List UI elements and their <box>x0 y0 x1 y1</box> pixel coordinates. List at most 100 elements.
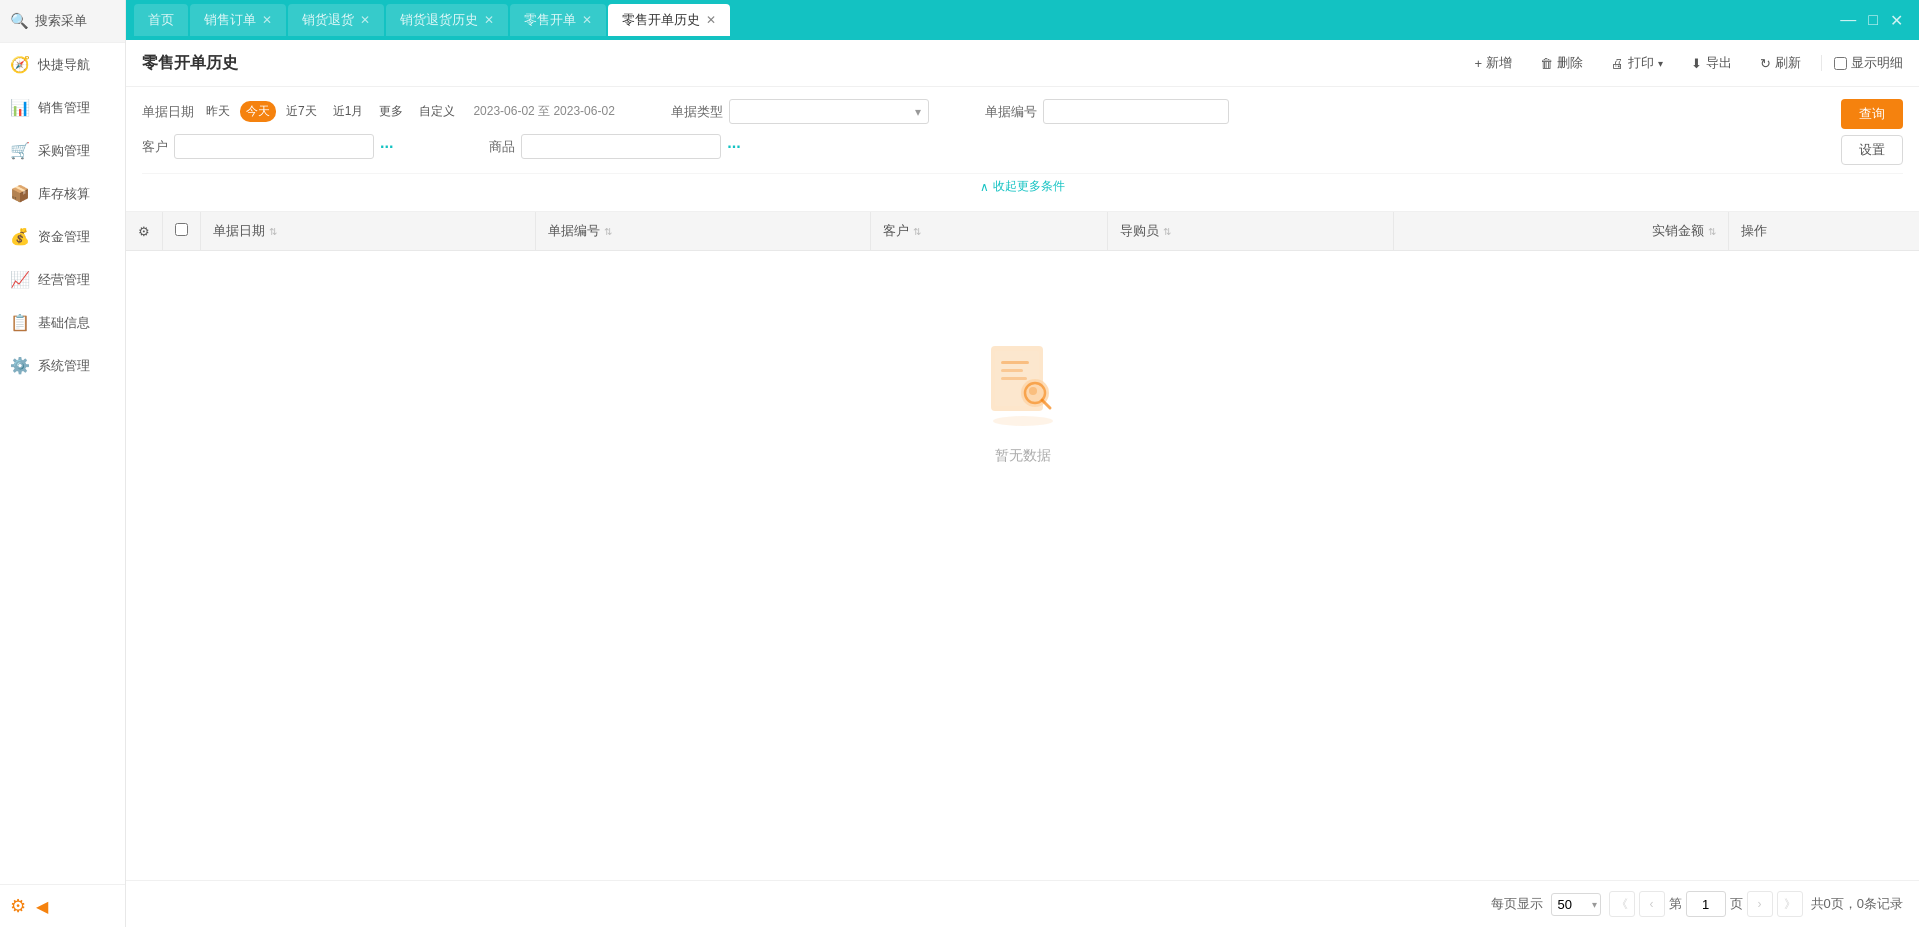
filter-goods: 商品 ··· <box>489 134 740 159</box>
filter-row-2: 客户 ··· 商品 ··· <box>142 134 1841 159</box>
sidebar-item-label: 销售管理 <box>38 99 90 117</box>
content-area: 零售开单历史 + 新增 🗑 删除 🖨 打印 ▾ ⬇ 导出 <box>126 40 1919 927</box>
last-page-btn[interactable]: 》 <box>1777 891 1803 917</box>
th-amount-sort[interactable]: 实销金额 ⇅ <box>1406 222 1716 240</box>
toolbar: + 新增 🗑 删除 🖨 打印 ▾ ⬇ 导出 ↻ 刷新 <box>1466 50 1903 76</box>
tab-retail-open-history[interactable]: 零售开单历史 ✕ <box>608 4 730 36</box>
th-customer-sort[interactable]: 客户 ⇅ <box>883 222 1095 240</box>
maximize-btn[interactable]: □ <box>1868 11 1878 29</box>
customer-label: 客户 <box>142 138 168 156</box>
goods-dots-btn[interactable]: ··· <box>727 138 740 156</box>
sidebar-item-purchase-mgmt[interactable]: 🛒 采购管理 <box>0 129 125 172</box>
basic-info-icon: 📋 <box>10 313 30 332</box>
sidebar-item-label: 基础信息 <box>38 314 90 332</box>
show-detail-input[interactable] <box>1834 57 1847 70</box>
first-page-btn[interactable]: 《 <box>1609 891 1635 917</box>
page-label: 第 <box>1669 895 1682 913</box>
sidebar: 🔍 搜索采单 🧭 快捷导航 📊 销售管理 🛒 采购管理 📦 库存核算 💰 资金管… <box>0 0 126 927</box>
tab-sales-return-history-close[interactable]: ✕ <box>484 13 494 27</box>
sidebar-item-sales-mgmt[interactable]: 📊 销售管理 <box>0 86 125 129</box>
shortcut-custom[interactable]: 自定义 <box>413 101 461 122</box>
collapse-sidebar-icon[interactable]: ◀ <box>36 897 48 916</box>
sidebar-item-inventory[interactable]: 📦 库存核算 <box>0 172 125 215</box>
shortcut-today[interactable]: 今天 <box>240 101 276 122</box>
tab-retail-open-close[interactable]: ✕ <box>582 13 592 27</box>
bill-no-input[interactable] <box>1043 99 1229 124</box>
table-body: 暂无数据 <box>126 251 1919 546</box>
th-customer: 客户 ⇅ <box>871 212 1108 251</box>
page-title: 零售开单历史 <box>142 53 238 74</box>
sidebar-search[interactable]: 🔍 搜索采单 <box>0 0 125 43</box>
th-guide-sort[interactable]: 导购员 ⇅ <box>1120 222 1381 240</box>
show-detail-checkbox[interactable]: 显示明细 <box>1834 54 1903 72</box>
tab-sales-return-close[interactable]: ✕ <box>360 13 370 27</box>
sidebar-item-basic-info[interactable]: 📋 基础信息 <box>0 301 125 344</box>
per-page-select[interactable]: 50 10 20 100 <box>1551 893 1601 916</box>
prev-page-btn[interactable]: ‹ <box>1639 891 1665 917</box>
print-arrow-icon: ▾ <box>1658 58 1663 69</box>
column-settings-icon[interactable]: ⚙ <box>138 224 150 239</box>
svg-rect-5 <box>1001 377 1027 380</box>
tab-retail-open[interactable]: 零售开单 ✕ <box>510 4 606 36</box>
empty-state: 暂无数据 <box>126 251 1919 545</box>
date-shortcuts: 昨天 今天 近7天 近1月 更多 自定义 <box>200 101 461 122</box>
delete-btn[interactable]: 🗑 删除 <box>1532 50 1591 76</box>
settings-button[interactable]: 设置 <box>1841 135 1903 165</box>
customer-dots-btn[interactable]: ··· <box>380 138 393 156</box>
page-header: 零售开单历史 + 新增 🗑 删除 🖨 打印 ▾ ⬇ 导出 <box>126 40 1919 87</box>
print-btn[interactable]: 🖨 打印 ▾ <box>1603 50 1671 76</box>
pagination: 每页显示 50 10 20 100 ▾ 《 ‹ 第 页 › 》 共0页，0条记录 <box>126 880 1919 927</box>
query-settings-buttons: 查询 设置 <box>1841 99 1903 165</box>
query-button[interactable]: 查询 <box>1841 99 1903 129</box>
sidebar-item-finance[interactable]: 💰 资金管理 <box>0 215 125 258</box>
sort-amount-icon: ⇅ <box>1708 226 1716 237</box>
purchase-icon: 🛒 <box>10 141 30 160</box>
settings-footer-icon[interactable]: ⚙ <box>10 895 26 917</box>
sort-bill-no-icon: ⇅ <box>604 226 612 237</box>
sidebar-footer: ⚙ ◀ <box>0 884 125 927</box>
bill-no-label: 单据编号 <box>985 103 1037 121</box>
tab-retail-open-history-close[interactable]: ✕ <box>706 13 716 27</box>
th-check[interactable] <box>163 212 201 251</box>
filter-bill-no: 单据编号 <box>985 99 1229 124</box>
page-input[interactable] <box>1686 891 1726 917</box>
goods-input[interactable] <box>521 134 721 159</box>
table-area: ⚙ 单据日期 ⇅ 单据编号 <box>126 212 1919 880</box>
tab-sales-order[interactable]: 销售订单 ✕ <box>190 4 286 36</box>
minimize-btn[interactable]: — <box>1840 11 1856 29</box>
next-page-btn[interactable]: › <box>1747 891 1773 917</box>
customer-input[interactable] <box>174 134 374 159</box>
shortcut-7days[interactable]: 近7天 <box>280 101 323 122</box>
bill-type-select-wrapper <box>729 99 929 124</box>
tab-sales-return-label: 销货退货 <box>302 11 354 29</box>
svg-rect-4 <box>1001 369 1023 372</box>
table-header: ⚙ 单据日期 ⇅ 单据编号 <box>126 212 1919 251</box>
system-icon: ⚙️ <box>10 356 30 375</box>
tab-sales-return[interactable]: 销货退货 ✕ <box>288 4 384 36</box>
add-label: 新增 <box>1486 54 1512 72</box>
sidebar-item-operations[interactable]: 📈 经营管理 <box>0 258 125 301</box>
th-bill-no-sort[interactable]: 单据编号 ⇅ <box>548 222 858 240</box>
close-btn[interactable]: ✕ <box>1890 11 1903 30</box>
th-bill-no-label: 单据编号 <box>548 222 600 240</box>
tab-sales-order-close[interactable]: ✕ <box>262 13 272 27</box>
filter-bill-type: 单据类型 <box>671 99 929 124</box>
tab-sales-return-history[interactable]: 销货退货历史 ✕ <box>386 4 508 36</box>
shortcut-1month[interactable]: 近1月 <box>327 101 370 122</box>
empty-text: 暂无数据 <box>995 447 1051 465</box>
export-btn[interactable]: ⬇ 导出 <box>1683 50 1740 76</box>
tab-bar: 首页 销售订单 ✕ 销货退货 ✕ 销货退货历史 ✕ 零售开单 ✕ 零售开单历史 … <box>126 0 1919 40</box>
sidebar-item-quick-nav[interactable]: 🧭 快捷导航 <box>0 43 125 86</box>
bill-type-select[interactable] <box>729 99 929 124</box>
th-date-label: 单据日期 <box>213 222 265 240</box>
select-all-checkbox[interactable] <box>175 223 188 236</box>
th-settings[interactable]: ⚙ <box>126 212 163 251</box>
th-date-sort[interactable]: 单据日期 ⇅ <box>213 222 523 240</box>
sidebar-item-system-mgmt[interactable]: ⚙️ 系统管理 <box>0 344 125 387</box>
shortcut-more[interactable]: 更多 <box>373 101 409 122</box>
refresh-btn[interactable]: ↻ 刷新 <box>1752 50 1809 76</box>
tab-home[interactable]: 首页 <box>134 4 188 36</box>
shortcut-yesterday[interactable]: 昨天 <box>200 101 236 122</box>
add-btn[interactable]: + 新增 <box>1466 50 1520 76</box>
collapse-bar[interactable]: ∧ 收起更多条件 <box>142 173 1903 199</box>
